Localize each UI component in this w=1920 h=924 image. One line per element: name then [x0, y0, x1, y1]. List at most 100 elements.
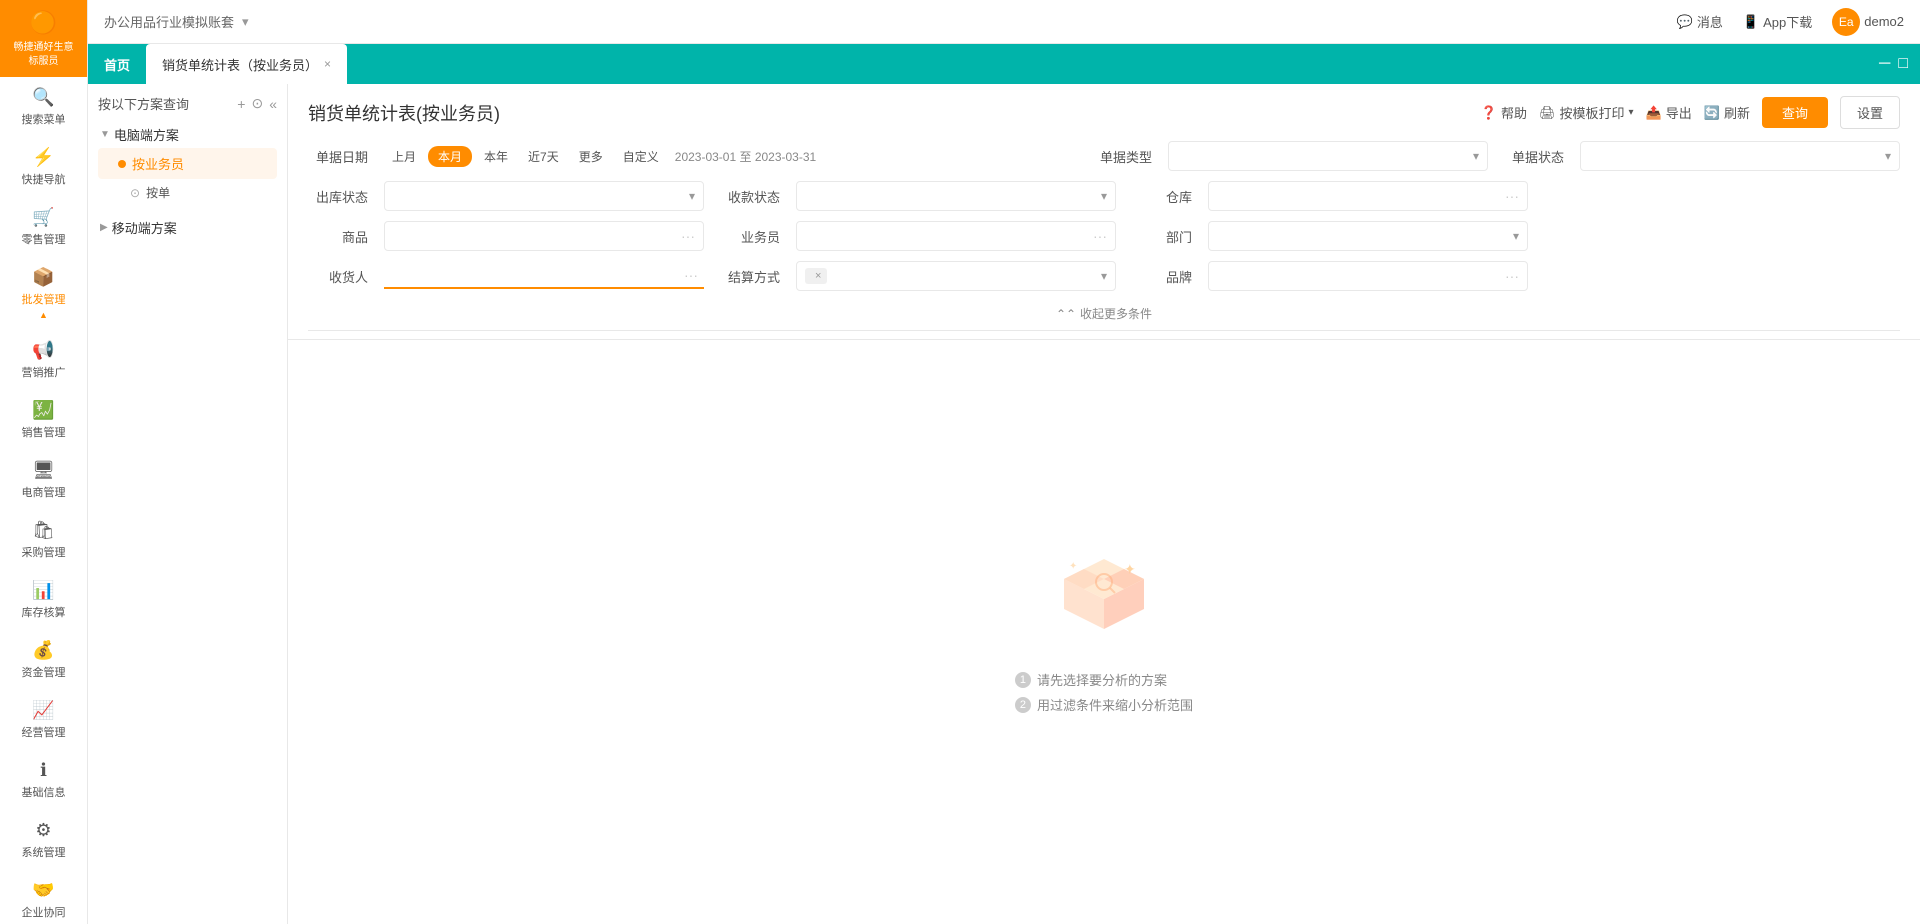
date-label: 单据日期: [308, 147, 368, 166]
sidebar-item-marketing[interactable]: 📢 营销推广: [0, 330, 87, 390]
setting-button[interactable]: 设置: [1840, 96, 1900, 129]
tree-parent-mobile[interactable]: ▶ 移动端方案: [98, 214, 277, 241]
brand-select[interactable]: ···: [1208, 261, 1528, 291]
salesman-label: 业务员: [720, 227, 780, 246]
payment-select[interactable]: ▾: [796, 181, 1116, 211]
dropdown-icon[interactable]: ▾: [242, 14, 249, 30]
message-button[interactable]: 💬 消息: [1677, 12, 1723, 31]
filter-area: 单据日期 上月 本月 本年 近7天 更多 自定义 2023-03-01 至 20…: [308, 141, 1900, 331]
print-button[interactable]: 🖨 按模板打印 ▾: [1539, 103, 1634, 122]
help-icon: ❓: [1481, 105, 1497, 121]
app-download-button[interactable]: 📱 App下载: [1743, 12, 1812, 31]
dept-select[interactable]: ▾: [1208, 221, 1528, 251]
app-download-label: App下载: [1763, 12, 1812, 31]
main-area: 办公用品行业模拟账套 ▾ 💬 消息 📱 App下载 Ea demo2 首页 销货…: [88, 0, 1920, 924]
doc-type-arrow-icon: ▾: [1473, 149, 1479, 163]
sidebar-item-search[interactable]: 🔍 搜索菜单: [0, 77, 87, 137]
tree-sub-item-order[interactable]: ⊙ 按单: [126, 179, 277, 206]
sidebar-item-ecommerce[interactable]: 🖥 电商管理: [0, 450, 87, 510]
date-7days-btn[interactable]: 近7天: [520, 146, 567, 167]
sidebar-label-system: 系统管理: [22, 844, 66, 860]
refresh-icon: 🔄: [1704, 105, 1720, 121]
edit-scheme-icon[interactable]: ⊙: [251, 95, 263, 112]
sidebar-label-wholesale: 批发管理: [22, 291, 66, 307]
doc-status-select[interactable]: ▾: [1580, 141, 1900, 171]
settlement-clear-icon[interactable]: ×: [815, 270, 821, 282]
filter-row-1: 单据日期 上月 本月 本年 近7天 更多 自定义 2023-03-01 至 20…: [308, 141, 1900, 171]
filter-row-4: 收货人 ··· 结算方式 × ▾: [308, 261, 1900, 291]
refresh-button[interactable]: 🔄 刷新: [1704, 103, 1750, 122]
empty-tip-2: 2 用过滤条件来缩小分析范围: [1015, 695, 1193, 714]
add-scheme-icon[interactable]: +: [237, 96, 245, 112]
basic-icon: ℹ: [40, 760, 47, 781]
svg-text:✦: ✦: [1069, 561, 1077, 572]
tab-active[interactable]: 销货单统计表（按业务员） ×: [146, 44, 347, 84]
logo-icon: 🟠: [4, 8, 83, 39]
date-more-btn[interactable]: 更多: [571, 146, 611, 167]
empty-illustration: ✦ ✦: [1049, 544, 1159, 654]
avatar: Ea: [1832, 8, 1860, 36]
sales-icon: 💹: [32, 400, 54, 421]
warehouse-dots-icon: ···: [1505, 188, 1519, 204]
help-button[interactable]: ❓ 帮助: [1481, 103, 1527, 122]
consignee-input[interactable]: ···: [384, 263, 704, 289]
goods-select[interactable]: ···: [384, 221, 704, 251]
goods-label: 商品: [308, 227, 368, 246]
date-custom-btn[interactable]: 自定义: [615, 146, 667, 167]
salesman-select[interactable]: ···: [796, 221, 1116, 251]
sidebar-item-management[interactable]: 📈 经营管理: [0, 690, 87, 750]
page-header: 销货单统计表(按业务员) ❓ 帮助 🖨 按模板打印 ▾ 📤: [288, 84, 1920, 340]
print-icon: 🖨: [1539, 105, 1556, 121]
filter-row-3: 商品 ··· 业务员 ··· 部门 ▾: [308, 221, 1900, 251]
left-panel: 按以下方案查询 + ⊙ « ▼ 电脑端方案 按业务员 ⊙: [88, 84, 288, 924]
settlement-select[interactable]: × ▾: [796, 261, 1116, 291]
sidebar-item-retail[interactable]: 🛒 零售管理: [0, 197, 87, 257]
sidebar-item-sales[interactable]: 💹 销售管理: [0, 390, 87, 450]
sidebar-label-basic: 基础信息: [22, 784, 66, 800]
purchase-icon: 🛍: [32, 520, 55, 541]
marketing-icon: 📢: [32, 340, 54, 361]
print-arrow-icon: ▾: [1629, 107, 1634, 118]
search-icon: 🔍: [32, 87, 54, 108]
collapse-bar[interactable]: ⌃⌃ 收起更多条件: [308, 297, 1900, 330]
tip-num-2: 2: [1015, 697, 1031, 713]
outbound-select[interactable]: ▾: [384, 181, 704, 211]
salesman-dots-icon: ···: [1093, 228, 1107, 244]
right-content: 销货单统计表(按业务员) ❓ 帮助 🖨 按模板打印 ▾ 📤: [288, 84, 1920, 924]
empty-tips: 1 请先选择要分析的方案 2 用过滤条件来缩小分析范围: [1015, 670, 1193, 720]
sidebar-item-finance[interactable]: 💰 资金管理: [0, 630, 87, 690]
sidebar-item-enterprise[interactable]: 🤝 企业协同: [0, 870, 87, 924]
warehouse-select[interactable]: ···: [1208, 181, 1528, 211]
tabbar: 首页 销货单统计表（按业务员） × ─ □: [88, 44, 1920, 84]
maximize-button[interactable]: □: [1898, 55, 1908, 73]
date-this-month-btn[interactable]: 本月: [428, 146, 472, 167]
query-button[interactable]: 查询: [1762, 97, 1828, 128]
logo[interactable]: 🟠 畅捷通好生意标服员: [0, 0, 87, 77]
left-panel-icons: + ⊙ «: [237, 95, 277, 112]
collapse-panel-icon[interactable]: «: [269, 96, 277, 112]
tree-parent-pc-label: 电脑端方案: [114, 125, 179, 144]
sidebar-item-basic[interactable]: ℹ 基础信息: [0, 750, 87, 810]
date-last-month-btn[interactable]: 上月: [384, 146, 424, 167]
outbound-arrow-icon: ▾: [689, 189, 695, 203]
export-button[interactable]: 📤 导出: [1646, 103, 1692, 122]
date-this-year-btn[interactable]: 本年: [476, 146, 516, 167]
sidebar-item-inventory[interactable]: 📊 库存核算: [0, 570, 87, 630]
sidebar-label-retail: 零售管理: [22, 231, 66, 247]
doc-type-select[interactable]: ▾: [1168, 141, 1488, 171]
warehouse-label: 仓库: [1132, 187, 1192, 206]
user-profile[interactable]: Ea demo2: [1832, 8, 1904, 36]
tab-close-icon[interactable]: ×: [324, 57, 331, 71]
tree-child-salesman[interactable]: 按业务员: [98, 148, 277, 179]
tab-home[interactable]: 首页: [88, 44, 146, 84]
tree-sub: ⊙ 按单: [98, 179, 277, 206]
sidebar-item-system[interactable]: ⚙ 系统管理: [0, 810, 87, 870]
tree-parent-pc[interactable]: ▼ 电脑端方案: [98, 121, 277, 148]
sidebar-item-purchase[interactable]: 🛍 采购管理: [0, 510, 87, 570]
page-title: 销货单统计表(按业务员): [308, 100, 500, 126]
sidebar-label-management: 经营管理: [22, 724, 66, 740]
sidebar-item-wholesale[interactable]: 📦 批发管理 ▲: [0, 257, 87, 330]
minimize-button[interactable]: ─: [1879, 55, 1890, 73]
payment-arrow-icon: ▾: [1101, 189, 1107, 203]
sidebar-item-quick[interactable]: ⚡ 快捷导航: [0, 137, 87, 197]
